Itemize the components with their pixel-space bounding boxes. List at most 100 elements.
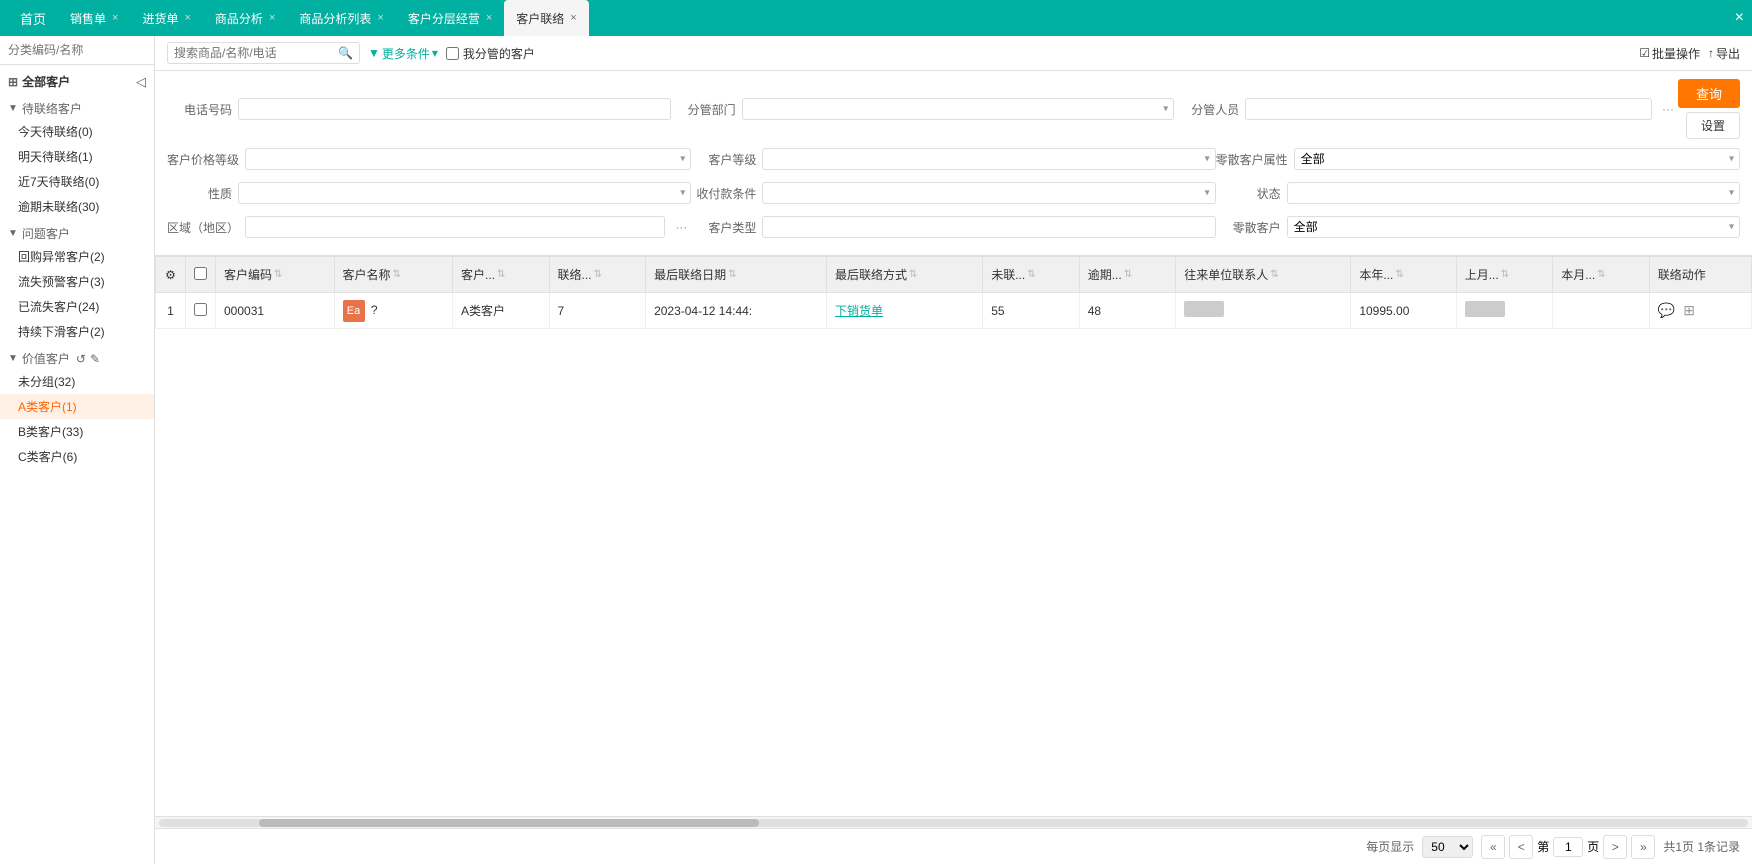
sidebar-search-input[interactable] <box>8 43 155 57</box>
phone-label: 电话号码 <box>167 101 232 118</box>
status-wrap: ▾ <box>1287 182 1740 204</box>
nav-customer-contact[interactable]: 客户联络 × <box>504 0 588 36</box>
filter-bar-right: ☑ 批量操作 ↑ 导出 <box>1639 45 1740 62</box>
select-all-checkbox[interactable] <box>194 267 207 280</box>
filter-bar: 🔍 ▼ 更多条件 ▾ 我分管的客户 ☑ 批量操作 <box>155 36 1752 71</box>
row-checkbox[interactable] <box>194 303 207 316</box>
sidebar-item-week[interactable]: 近7天待联络(0) <box>0 169 154 194</box>
col-settings[interactable]: ⚙ <box>156 257 186 293</box>
export-btn[interactable]: ↑ 导出 <box>1708 45 1740 62</box>
filter-customer-level: 客户等级 ▾ <box>691 145 1215 173</box>
area-dots-icon[interactable]: ··· <box>671 220 691 234</box>
area-input[interactable] <box>245 216 665 238</box>
price-select[interactable] <box>245 148 691 170</box>
col-overdue[interactable]: 逾期... ⇅ <box>1079 257 1176 293</box>
advanced-filter: 电话号码 分管部门 ▾ 分管人员 ··· <box>155 71 1752 256</box>
batch-operation-btn[interactable]: ☑ 批量操作 <box>1639 45 1700 62</box>
sidebar-item-ungroup[interactable]: 未分组(32) <box>0 369 154 394</box>
chevron-down-icon: ▾ <box>432 46 438 60</box>
retail-cust-select[interactable]: 全部 <box>1287 216 1740 238</box>
col-this-year[interactable]: 本年... ⇅ <box>1351 257 1456 293</box>
filter-icon: ▼ <box>368 46 380 60</box>
last-page-btn[interactable]: » <box>1631 835 1655 859</box>
scroll-thumb[interactable] <box>259 819 759 827</box>
phone-input[interactable] <box>238 98 671 120</box>
sidebar-item-a-class[interactable]: A类客户(1) <box>0 394 154 419</box>
first-page-btn[interactable]: « <box>1481 835 1505 859</box>
qr-icon[interactable]: ⊞ <box>1683 302 1695 319</box>
col-contact-person[interactable]: 往来单位联系人 ⇅ <box>1176 257 1351 293</box>
nav-goods-list[interactable]: 商品分析列表 × <box>287 0 395 36</box>
sidebar-item-tomorrow[interactable]: 明天待联络(1) <box>0 144 154 169</box>
sidebar-item-b-class[interactable]: B类客户(33) <box>0 419 154 444</box>
col-last-date[interactable]: 最后联络日期 ⇅ <box>646 257 827 293</box>
status-select[interactable] <box>1287 182 1740 204</box>
person-dots-icon[interactable]: ··· <box>1658 102 1678 116</box>
nav-home[interactable]: 首页 <box>8 0 58 36</box>
sidebar-item-decline[interactable]: 持续下滑客户(2) <box>0 319 154 344</box>
close-goods-icon[interactable]: × <box>269 12 275 24</box>
row-code: 000031 <box>216 293 335 329</box>
prev-page-btn[interactable]: < <box>1509 835 1533 859</box>
cust-level-select[interactable] <box>762 148 1215 170</box>
col-last-method[interactable]: 最后联络方式 ⇅ <box>826 257 982 293</box>
settings-button[interactable]: 设置 <box>1686 112 1740 139</box>
sidebar-item-overdue[interactable]: 逾期未联络(30) <box>0 194 154 219</box>
dept-select[interactable] <box>742 98 1175 120</box>
col-code[interactable]: 客户编码 ⇅ <box>216 257 335 293</box>
col-type[interactable]: 客户... ⇅ <box>453 257 550 293</box>
query-button[interactable]: 查询 <box>1678 79 1740 108</box>
sidebar-item-lost[interactable]: 已流失客户(24) <box>0 294 154 319</box>
col-name[interactable]: 客户名称 ⇅ <box>334 257 453 293</box>
row-last-method: 下销货单 <box>826 293 982 329</box>
col-this-month[interactable]: 本月... ⇅ <box>1553 257 1650 293</box>
next-page-btn[interactable]: > <box>1603 835 1627 859</box>
close-all-icon[interactable]: × <box>1735 9 1744 27</box>
last-method-link[interactable]: 下销货单 <box>835 304 883 318</box>
filter-dept: 分管部门 ▾ <box>671 95 1175 123</box>
app-container: 首页 销售单 × 进货单 × 商品分析 × 商品分析列表 × 客户分层经营 × … <box>0 0 1752 864</box>
edit-value-icon[interactable]: ✎ <box>90 352 100 366</box>
close-purchase-icon[interactable]: × <box>184 12 190 24</box>
nav-goods-analysis[interactable]: 商品分析 × <box>203 0 287 36</box>
nav-customer-tier[interactable]: 客户分层经营 × <box>396 0 504 36</box>
filter-search-bar: 🔍 <box>167 42 360 64</box>
filter-row-1: 电话号码 分管部门 ▾ 分管人员 ··· <box>167 79 1740 139</box>
retail-attr-wrap: 全部 ▾ <box>1294 148 1740 170</box>
close-sales-icon[interactable]: × <box>112 12 118 24</box>
retail-attr-label: 零散客户属性 <box>1216 151 1288 168</box>
col-contact-count[interactable]: 联络... ⇅ <box>549 257 646 293</box>
sidebar-item-churn[interactable]: 流失预警客户(3) <box>0 269 154 294</box>
payment-label: 收付款条件 <box>691 185 756 202</box>
contact-person-avatar <box>1184 301 1224 317</box>
refresh-icon[interactable]: ↺ <box>76 352 86 366</box>
retail-attr-select[interactable]: 全部 <box>1294 148 1740 170</box>
person-input[interactable] <box>1245 98 1652 120</box>
page-size-label: 每页显示 <box>1366 838 1414 855</box>
sidebar-item-today[interactable]: 今天待联络(0) <box>0 119 154 144</box>
nav-sales[interactable]: 销售单 × <box>58 0 130 36</box>
nature-select[interactable] <box>238 182 691 204</box>
page-number-input[interactable] <box>1553 837 1583 857</box>
close-goods-list-icon[interactable]: × <box>377 12 383 24</box>
message-icon[interactable]: 💬 <box>1658 302 1675 319</box>
sidebar-item-rebuy[interactable]: 回购异常客户(2) <box>0 244 154 269</box>
close-contact-icon[interactable]: × <box>570 12 576 24</box>
nav-purchase[interactable]: 进货单 × <box>130 0 202 36</box>
payment-select[interactable] <box>762 182 1215 204</box>
close-tier-icon[interactable]: × <box>486 12 492 24</box>
filter-phone: 电话号码 <box>167 95 671 123</box>
sidebar-collapse-icon[interactable]: ◁ <box>136 74 146 90</box>
cust-type-input[interactable] <box>762 216 1215 238</box>
page-size-select[interactable]: 50 100 200 <box>1422 836 1473 858</box>
filter-retail-attr: 零散客户属性 全部 ▾ <box>1216 145 1740 173</box>
filter-more-btn[interactable]: ▼ 更多条件 ▾ <box>368 45 438 62</box>
col-last-month[interactable]: 上月... ⇅ <box>1456 257 1553 293</box>
filter-search-input[interactable] <box>174 46 334 60</box>
col-no-contact[interactable]: 未联... ⇅ <box>983 257 1080 293</box>
horizontal-scrollbar[interactable] <box>155 816 1752 828</box>
filter-row-2: 客户价格等级 ▾ 客户等级 ▾ 零散客户属性 <box>167 145 1740 173</box>
sidebar-item-c-class[interactable]: C类客户(6) <box>0 444 154 469</box>
filter-search-icon[interactable]: 🔍 <box>338 46 353 60</box>
my-customers-checkbox[interactable] <box>446 47 459 60</box>
